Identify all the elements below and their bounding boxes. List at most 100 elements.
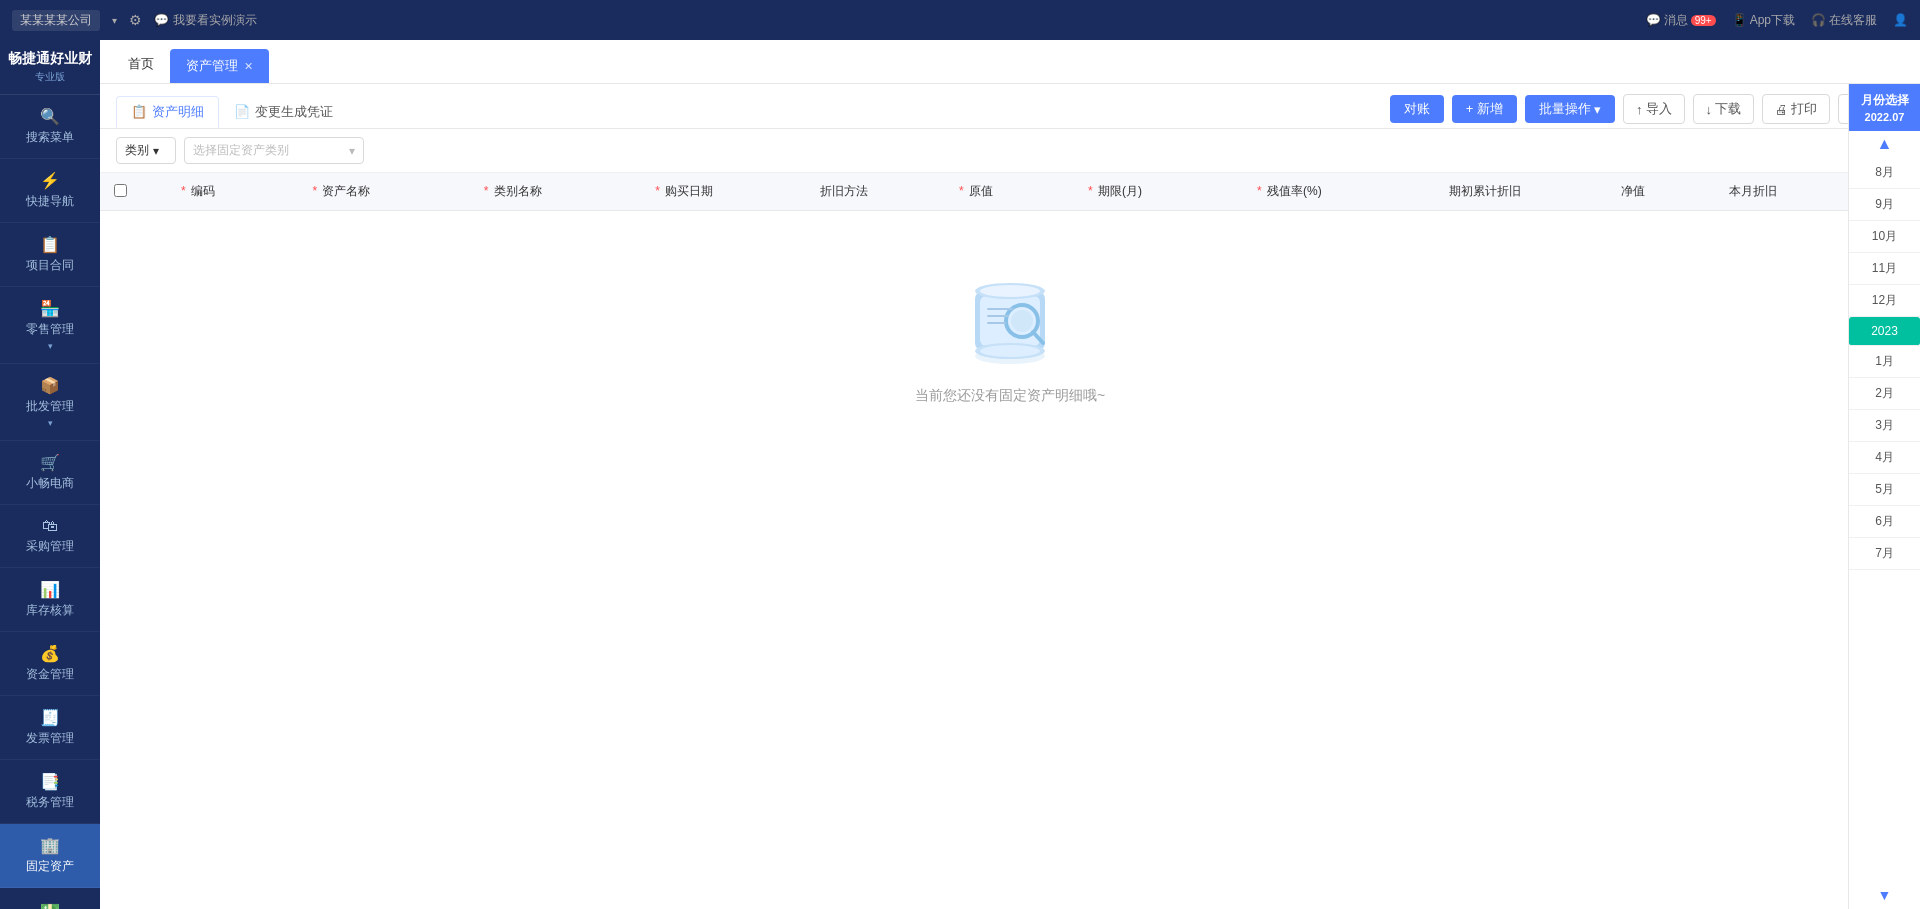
tab-close-icon[interactable]: ✕ bbox=[244, 60, 253, 73]
page-content: 📋 资产明细 📄 变更生成凭证 对账 + 新增 批量操作 ▾ ↑ bbox=[100, 84, 1920, 909]
sidebar-label-fixedasset: 固定资产 bbox=[26, 858, 74, 875]
col-name: * 资产名称 bbox=[256, 173, 427, 211]
month-picker: 月份选择 2022.07 ▲ 8月 9月 10月 11月 12月 2023 1月… bbox=[1848, 84, 1920, 909]
month-item-2023-2[interactable]: 2月 bbox=[1849, 378, 1920, 410]
fixedasset-icon: 🏢 bbox=[40, 836, 60, 855]
app-icon: 📱 bbox=[1732, 13, 1747, 27]
category-select[interactable]: 类别 ▾ bbox=[116, 137, 176, 164]
app-download-button[interactable]: 📱 App下载 bbox=[1732, 12, 1795, 29]
sidebar-item-retail[interactable]: 🏪 零售管理 ▾ bbox=[0, 287, 100, 364]
svg-point-8 bbox=[1011, 310, 1033, 332]
add-button[interactable]: + 新增 bbox=[1452, 95, 1517, 123]
empty-illustration bbox=[950, 271, 1070, 371]
empty-state: 当前您还没有固定资产明细哦~ bbox=[100, 211, 1920, 465]
retail-icon: 🏪 bbox=[40, 299, 60, 318]
month-picker-title: 月份选择 2022.07 bbox=[1849, 84, 1920, 131]
message-icon: 💬 bbox=[1646, 13, 1661, 27]
month-item-9[interactable]: 9月 bbox=[1849, 189, 1920, 221]
sub-tab-assetdetail[interactable]: 📋 资产明细 bbox=[116, 96, 219, 128]
online-service-button[interactable]: 🎧 在线客服 bbox=[1811, 12, 1877, 29]
sub-tab-assetdetail-label: 资产明细 bbox=[152, 103, 204, 121]
sidebar-item-tax[interactable]: 📑 税务管理 bbox=[0, 760, 100, 824]
month-item-10[interactable]: 10月 bbox=[1849, 221, 1920, 253]
company-dropdown-icon[interactable]: ▾ bbox=[112, 15, 117, 26]
col-checkbox bbox=[100, 173, 140, 211]
project-icon: 📋 bbox=[40, 235, 60, 254]
category-select-label: 类别 bbox=[125, 142, 149, 159]
sidebar-label-search: 搜索菜单 bbox=[26, 129, 74, 146]
sidebar-item-ecommerce[interactable]: 🛒 小畅电商 bbox=[0, 441, 100, 505]
month-item-2023-4[interactable]: 4月 bbox=[1849, 442, 1920, 474]
sidebar-item-salary[interactable]: 💵 工资 bbox=[0, 888, 100, 909]
month-item-11[interactable]: 11月 bbox=[1849, 253, 1920, 285]
tab-home[interactable]: 首页 bbox=[112, 47, 170, 83]
category-input[interactable]: 选择固定资产类别 ▾ bbox=[184, 137, 364, 164]
col-net-value: 净值 bbox=[1587, 173, 1680, 211]
app-edition: 专业版 bbox=[35, 70, 65, 84]
purchase-icon: 🛍 bbox=[42, 517, 58, 535]
assetdetail-icon: 📋 bbox=[131, 104, 147, 119]
sidebar-label-purchase: 采购管理 bbox=[26, 538, 74, 555]
user-avatar[interactable]: 👤 bbox=[1893, 13, 1908, 27]
demo-link-text: 我要看实例演示 bbox=[173, 12, 257, 29]
sidebar-item-finance[interactable]: 💰 资金管理 bbox=[0, 632, 100, 696]
month-item-2023-6[interactable]: 6月 bbox=[1849, 506, 1920, 538]
month-item-8[interactable]: 8月 bbox=[1849, 157, 1920, 189]
tax-icon: 📑 bbox=[40, 772, 60, 791]
match-button[interactable]: 对账 bbox=[1390, 95, 1444, 123]
sidebar-item-fixedasset[interactable]: 🏢 固定资产 bbox=[0, 824, 100, 888]
sub-tab-changevoucher[interactable]: 📄 变更生成凭证 bbox=[219, 96, 348, 128]
col-month-dep: 本月折旧 bbox=[1679, 173, 1827, 211]
sidebar-item-wholesale[interactable]: 📦 批发管理 ▾ bbox=[0, 364, 100, 441]
batch-dropdown-icon: ▾ bbox=[1594, 102, 1601, 117]
invoice-icon: 🧾 bbox=[40, 708, 60, 727]
import-button[interactable]: ↑ 导入 bbox=[1623, 94, 1685, 124]
wholesale-icon: 📦 bbox=[40, 376, 60, 395]
month-picker-down-icon[interactable]: ▼ bbox=[1872, 881, 1898, 909]
col-period: * 期限(月) bbox=[1034, 173, 1196, 211]
batch-label: 批量操作 bbox=[1539, 100, 1591, 118]
sidebar-label-project: 项目合同 bbox=[26, 257, 74, 274]
col-period-accum-dep: 期初累计折旧 bbox=[1383, 173, 1587, 211]
search-icon: 🔍 bbox=[40, 107, 60, 126]
sidebar-item-purchase[interactable]: 🛍 采购管理 bbox=[0, 505, 100, 568]
batch-button[interactable]: 批量操作 ▾ bbox=[1525, 95, 1615, 123]
salary-icon: 💵 bbox=[40, 900, 60, 909]
sidebar-logo: 畅捷通好业财 专业版 bbox=[0, 40, 100, 95]
app-name: 畅捷通好业财 bbox=[8, 50, 92, 68]
sidebar-item-invoice[interactable]: 🧾 发票管理 bbox=[0, 696, 100, 760]
messages-button[interactable]: 💬 消息 99+ bbox=[1646, 12, 1716, 29]
main-layout: 畅捷通好业财 专业版 🔍 搜索菜单 ⚡ 快捷导航 📋 项目合同 🏪 零售管理 ▾… bbox=[0, 40, 1920, 909]
tab-assetmgmt[interactable]: 资产管理 ✕ bbox=[170, 49, 269, 83]
sidebar-item-search[interactable]: 🔍 搜索菜单 bbox=[0, 95, 100, 159]
month-item-2023-3[interactable]: 3月 bbox=[1849, 410, 1920, 442]
top-header: 某某某某公司 ▾ ⚙ 💬 我要看实例演示 💬 消息 99+ 📱 App下载 🎧 … bbox=[0, 0, 1920, 40]
sidebar-item-inventory[interactable]: 📊 库存核算 bbox=[0, 568, 100, 632]
month-list: 8月 9月 10月 11月 12月 2023 1月 2月 3月 4月 5月 6月… bbox=[1849, 157, 1920, 881]
select-all-checkbox[interactable] bbox=[114, 184, 127, 197]
inventory-icon: 📊 bbox=[40, 580, 60, 599]
empty-text: 当前您还没有固定资产明细哦~ bbox=[915, 387, 1105, 405]
download-icon: ↓ bbox=[1706, 102, 1713, 117]
settings-icon[interactable]: ⚙ bbox=[129, 12, 142, 28]
month-item-2023-1[interactable]: 1月 bbox=[1849, 346, 1920, 378]
month-item-2023-5[interactable]: 5月 bbox=[1849, 474, 1920, 506]
company-name[interactable]: 某某某某公司 bbox=[12, 10, 100, 31]
category-select-arrow: ▾ bbox=[153, 144, 159, 158]
svg-point-4 bbox=[980, 285, 1040, 297]
table-container: * 编码 * 资产名称 * 类别名称 bbox=[100, 173, 1920, 909]
quicknav-icon: ⚡ bbox=[40, 171, 60, 190]
month-picker-up-icon[interactable]: ▲ bbox=[1873, 131, 1897, 157]
month-item-2023-7[interactable]: 7月 bbox=[1849, 538, 1920, 570]
sidebar-item-project[interactable]: 📋 项目合同 bbox=[0, 223, 100, 287]
col-dep-method: 折旧方法 bbox=[770, 173, 918, 211]
sidebar-item-quicknav[interactable]: ⚡ 快捷导航 bbox=[0, 159, 100, 223]
month-item-12[interactable]: 12月 bbox=[1849, 285, 1920, 317]
month-item-2023-marker[interactable]: 2023 bbox=[1849, 317, 1920, 346]
sub-tab-changevoucher-label: 变更生成凭证 bbox=[255, 103, 333, 121]
download-button[interactable]: ↓ 下载 bbox=[1693, 94, 1755, 124]
demo-link[interactable]: 💬 我要看实例演示 bbox=[154, 12, 257, 29]
category-input-arrow: ▾ bbox=[349, 144, 355, 158]
print-button[interactable]: 🖨 打印 bbox=[1762, 94, 1830, 124]
sidebar-label-tax: 税务管理 bbox=[26, 794, 74, 811]
